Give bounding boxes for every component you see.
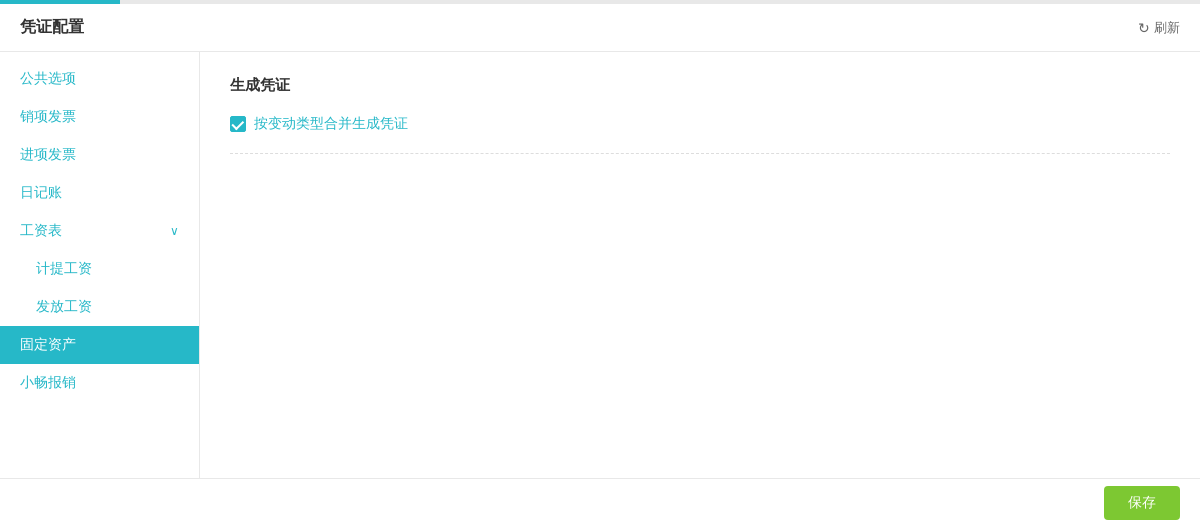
refresh-icon: ↻ xyxy=(1138,20,1150,36)
merge-checkbox[interactable] xyxy=(230,116,246,132)
sidebar-label-purchase_invoice: 进项发票 xyxy=(20,146,76,164)
chevron-down-icon: ∨ xyxy=(170,224,179,238)
page-header: 凭证配置 ↻ 刷新 xyxy=(0,4,1200,52)
merge-checkbox-label: 按变动类型合并生成凭证 xyxy=(254,115,408,133)
sidebar-item-purchase_invoice[interactable]: 进项发票 xyxy=(0,136,199,174)
sidebar-label-calc_salary: 计提工资 xyxy=(36,260,92,278)
save-button[interactable]: 保存 xyxy=(1104,486,1180,520)
sidebar-label-fixed_assets: 固定资产 xyxy=(20,336,76,354)
merge-checkbox-row: 按变动类型合并生成凭证 xyxy=(230,115,1170,133)
page-footer: 保存 xyxy=(0,478,1200,522)
sidebar-label-expense: 小畅报销 xyxy=(20,374,76,392)
sidebar-label-sales_invoice: 销项发票 xyxy=(20,108,76,126)
sidebar-item-calc_salary[interactable]: 计提工资 xyxy=(0,250,199,288)
sidebar-label-pay_salary: 发放工资 xyxy=(36,298,92,316)
content-area: 生成凭证 按变动类型合并生成凭证 xyxy=(200,52,1200,478)
sidebar-item-payroll_table[interactable]: 工资表 ∨ xyxy=(0,212,199,250)
refresh-label: 刷新 xyxy=(1154,19,1180,37)
sidebar-item-journal[interactable]: 日记账 xyxy=(0,174,199,212)
section-divider xyxy=(230,153,1170,154)
sidebar-item-pay_salary[interactable]: 发放工资 xyxy=(0,288,199,326)
page-title: 凭证配置 xyxy=(20,17,84,38)
sidebar-label-journal: 日记账 xyxy=(20,184,62,202)
sidebar-item-expense[interactable]: 小畅报销 xyxy=(0,364,199,402)
refresh-button[interactable]: ↻ 刷新 xyxy=(1138,19,1180,37)
main-layout: 公共选项销项发票进项发票日记账工资表 ∨ 计提工资发放工资固定资产小畅报销 生成凭证… xyxy=(0,52,1200,478)
sidebar-item-fixed_assets[interactable]: 固定资产 xyxy=(0,326,199,364)
sidebar-item-sales_invoice[interactable]: 销项发票 xyxy=(0,98,199,136)
section-title: 生成凭证 xyxy=(230,76,1170,95)
sidebar-label-public: 公共选项 xyxy=(20,70,76,88)
sidebar: 公共选项销项发票进项发票日记账工资表 ∨ 计提工资发放工资固定资产小畅报销 xyxy=(0,52,200,478)
sidebar-item-public[interactable]: 公共选项 xyxy=(0,60,199,98)
sidebar-label-payroll_table: 工资表 xyxy=(20,222,62,240)
